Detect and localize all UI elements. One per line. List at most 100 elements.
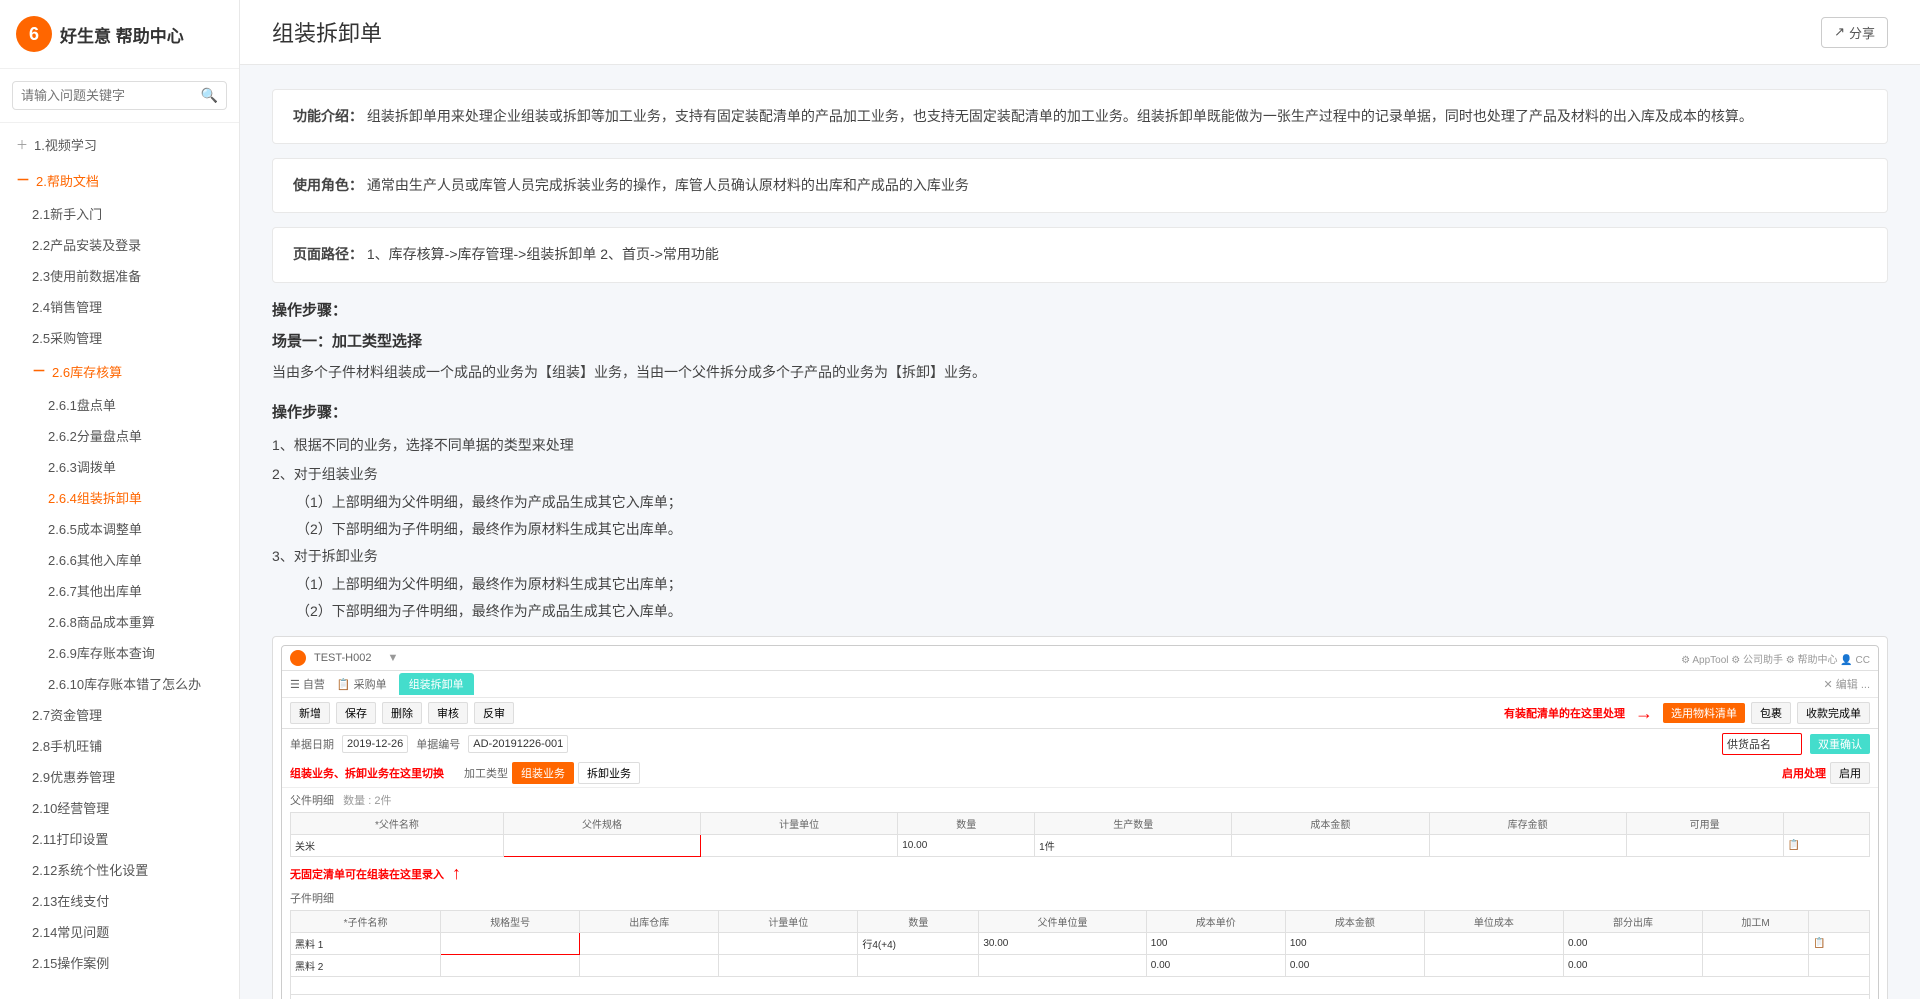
sidebar-item-2-14[interactable]: 2.14常见问题 — [0, 916, 239, 947]
sidebar-item-2-13[interactable]: 2.13在线支付 — [0, 885, 239, 916]
sidebar-item-2-9[interactable]: 2.9优惠券管理 — [0, 761, 239, 792]
btn-assemble[interactable]: 组装业务 — [512, 762, 574, 784]
sidebar-item-2-15[interactable]: 2.15操作案例 — [0, 947, 239, 978]
sidebar-item-2[interactable]: － 2.帮助文档 — [0, 162, 239, 198]
lower-r1c9 — [1424, 933, 1563, 955]
btn-delete[interactable]: 删除 — [382, 702, 422, 724]
type-label: 加工类型 — [464, 765, 508, 781]
btn-enable[interactable]: 启用 — [1830, 762, 1870, 784]
sidebar-item-2-6-8[interactable]: 2.6.8商品成本重算 — [0, 606, 239, 637]
sidebar-item-2-3[interactable]: 2.3使用前数据准备 — [0, 260, 239, 291]
upper-cell-2 — [503, 835, 700, 857]
lower-th-7: 成本单价 — [1146, 911, 1285, 933]
lower-empty-row3 — [291, 977, 1870, 995]
sidebar-item-2-2[interactable]: 2.2产品安装及登录 — [0, 229, 239, 260]
lower-r2c6 — [979, 955, 1146, 977]
step2: 2、对于组装业务 — [272, 461, 1888, 488]
lower-r1c4 — [719, 933, 858, 955]
lower-r2c2 — [441, 955, 580, 977]
lower-r1c10: 0.00 — [1563, 933, 1702, 955]
sidebar-item-2-6-label: 2.6库存核算 — [52, 362, 122, 381]
sidebar-item-2-10[interactable]: 2.10经营管理 — [0, 792, 239, 823]
material-input[interactable]: 供货品名 — [1722, 733, 1802, 755]
upper-th-2: 父件规格 — [503, 813, 700, 835]
btn-audit[interactable]: 审核 — [428, 702, 468, 724]
step2-sub2: （2）下部明细为子件明细，最终作为原材料生成其它出库单。 — [272, 516, 1888, 543]
sidebar-item-1-label: 1.视频学习 — [34, 135, 97, 154]
sidebar-item-2-6-1[interactable]: 2.6.1盘点单 — [0, 389, 239, 420]
minus-icon-2: － — [16, 170, 30, 190]
sidebar: 6 好生意 帮助中心 🔍 ＋ 1.视频学习 － 2.帮助文档 2.1新手入门 2… — [0, 0, 240, 999]
upper-table-header: 父件明细 数量 : 2件 — [282, 788, 1878, 812]
mockup-form-row: 单据日期 2019-12-26 单据编号 AD-20191226-001 供货品… — [282, 729, 1878, 759]
step2-sub1: （1）上部明细为父件明细，最终作为产成品生成其它入库单； — [272, 489, 1888, 516]
sidebar-item-2-6-5[interactable]: 2.6.5成本调整单 — [0, 513, 239, 544]
lower-r2c1: 黑料 2 — [291, 955, 441, 977]
main-content: 组装拆卸单 ↗ 分享 功能介绍： 组装拆卸单用来处理企业组装或拆卸等加工业务，支… — [240, 0, 1920, 999]
mockup-title: TEST-H002 — [314, 652, 371, 664]
sidebar-item-2-6-7[interactable]: 2.6.7其他出库单 — [0, 575, 239, 606]
upper-th-5: 生产数量 — [1035, 813, 1232, 835]
scene1-title: 场景一：加工类型选择 — [272, 330, 1888, 351]
sidebar-item-2-12[interactable]: 2.12系统个性化设置 — [0, 854, 239, 885]
role-text: 通常由生产人员或库管人员完成拆装业务的操作，库管人员确认原材料的出库和产成品的入… — [367, 177, 969, 193]
annotation5-row: 无固定清单可在组装在这里录入 ↑ — [282, 861, 1878, 886]
sidebar-item-2-7[interactable]: 2.7资金管理 — [0, 699, 239, 730]
lower-th-5: 数量 — [858, 911, 979, 933]
btn-save[interactable]: 保存 — [336, 702, 376, 724]
path-label: 页面路径： — [293, 246, 363, 262]
lower-table: *子件名称 规格型号 出库仓库 计量单位 数量 父件单位量 成本单价 成本金额 … — [290, 910, 1870, 999]
no-input[interactable]: AD-20191226-001 — [468, 735, 568, 753]
annotation3-text: 组装业务、拆卸业务在这里切换 — [290, 765, 444, 781]
date-input[interactable]: 2019-12-26 — [342, 735, 408, 753]
sidebar-item-1[interactable]: ＋ 1.视频学习 — [0, 127, 239, 162]
step-list: 1、根据不同的业务，选择不同单据的类型来处理 2、对于组装业务 （1）上部明细为… — [272, 432, 1888, 624]
sidebar-item-2-6-3[interactable]: 2.6.3调拨单 — [0, 451, 239, 482]
search-box[interactable]: 🔍 — [12, 81, 227, 110]
upper-th-3: 计量单位 — [701, 813, 898, 835]
lower-r1c7: 100 — [1146, 933, 1285, 955]
share-button[interactable]: ↗ 分享 — [1821, 17, 1888, 48]
intro-box: 功能介绍： 组装拆卸单用来处理企业组装或拆卸等加工业务，支持有固定装配清单的产品… — [272, 89, 1888, 144]
path-text: 1、库存核算->库存管理->组装拆卸单 2、首页->常用功能 — [367, 246, 719, 262]
lower-th-1: *子件名称 — [291, 911, 441, 933]
lower-th-12 — [1809, 911, 1870, 933]
sidebar-item-2-6[interactable]: － 2.6库存核算 — [0, 353, 239, 389]
upper-cell-3 — [701, 835, 898, 857]
steps-title2: 操作步骤： — [272, 401, 1888, 422]
table-row: 黑料 1 行4(+4) 30.00 100 100 0.00 — [291, 933, 1870, 955]
sidebar-item-2-6-4[interactable]: 2.6.4组装拆卸单 — [0, 482, 239, 513]
sidebar-item-2-5[interactable]: 2.5采购管理 — [0, 322, 239, 353]
sidebar-item-2-4[interactable]: 2.4销售管理 — [0, 291, 239, 322]
btn-bom[interactable]: 选用物料清单 — [1663, 703, 1745, 723]
btn-confirm[interactable]: 双重确认 — [1810, 734, 1870, 754]
lower-r2c9 — [1424, 955, 1563, 977]
sidebar-item-2-6-2[interactable]: 2.6.2分量盘点单 — [0, 420, 239, 451]
btn-disassemble[interactable]: 拆卸业务 — [578, 762, 640, 784]
sidebar-item-2-6-10[interactable]: 2.6.10库存账本错了怎么办 — [0, 668, 239, 699]
nav-section: ＋ 1.视频学习 － 2.帮助文档 2.1新手入门 2.2产品安装及登录 2.3… — [0, 123, 239, 982]
btn-extra2[interactable]: 收款完成单 — [1797, 702, 1870, 724]
lower-table-header: 子件明细 — [282, 886, 1878, 910]
screenshot-container: TEST-H002 ▼ ⚙ AppTool ⚙ 公司助手 ⚙ 帮助中心 👤 CC… — [272, 636, 1888, 999]
btn-new[interactable]: 新增 — [290, 702, 330, 724]
upper-table-wrap: *父件名称 父件规格 计量单位 数量 生产数量 成本金额 库存金额 可用量 — [282, 812, 1878, 861]
mockup-active-tab[interactable]: 组装拆卸单 — [399, 673, 474, 695]
upper-th-4: 数量 — [898, 813, 1035, 835]
lower-r1c5: 行4(+4) — [858, 933, 979, 955]
search-icon[interactable]: 🔍 — [201, 87, 218, 104]
sidebar-item-2-6-6[interactable]: 2.6.6其他入库单 — [0, 544, 239, 575]
btn-unaudit[interactable]: 反审 — [474, 702, 514, 724]
search-input[interactable] — [21, 88, 201, 103]
mockup-window: TEST-H002 ▼ ⚙ AppTool ⚙ 公司助手 ⚙ 帮助中心 👤 CC… — [281, 645, 1879, 999]
upper-th-9 — [1783, 813, 1869, 835]
lower-th-4: 计量单位 — [719, 911, 858, 933]
btn-extra1[interactable]: 包裹 — [1751, 702, 1791, 724]
lower-r2c7: 0.00 — [1146, 955, 1285, 977]
sidebar-item-2-6-9[interactable]: 2.6.9库存账本查询 — [0, 637, 239, 668]
lower-th-6: 父件单位量 — [979, 911, 1146, 933]
sidebar-item-2-11[interactable]: 2.11打印设置 — [0, 823, 239, 854]
sidebar-item-2-1[interactable]: 2.1新手入门 — [0, 198, 239, 229]
sidebar-item-2-8[interactable]: 2.8手机旺铺 — [0, 730, 239, 761]
app-logo-icon: 6 — [16, 16, 52, 52]
